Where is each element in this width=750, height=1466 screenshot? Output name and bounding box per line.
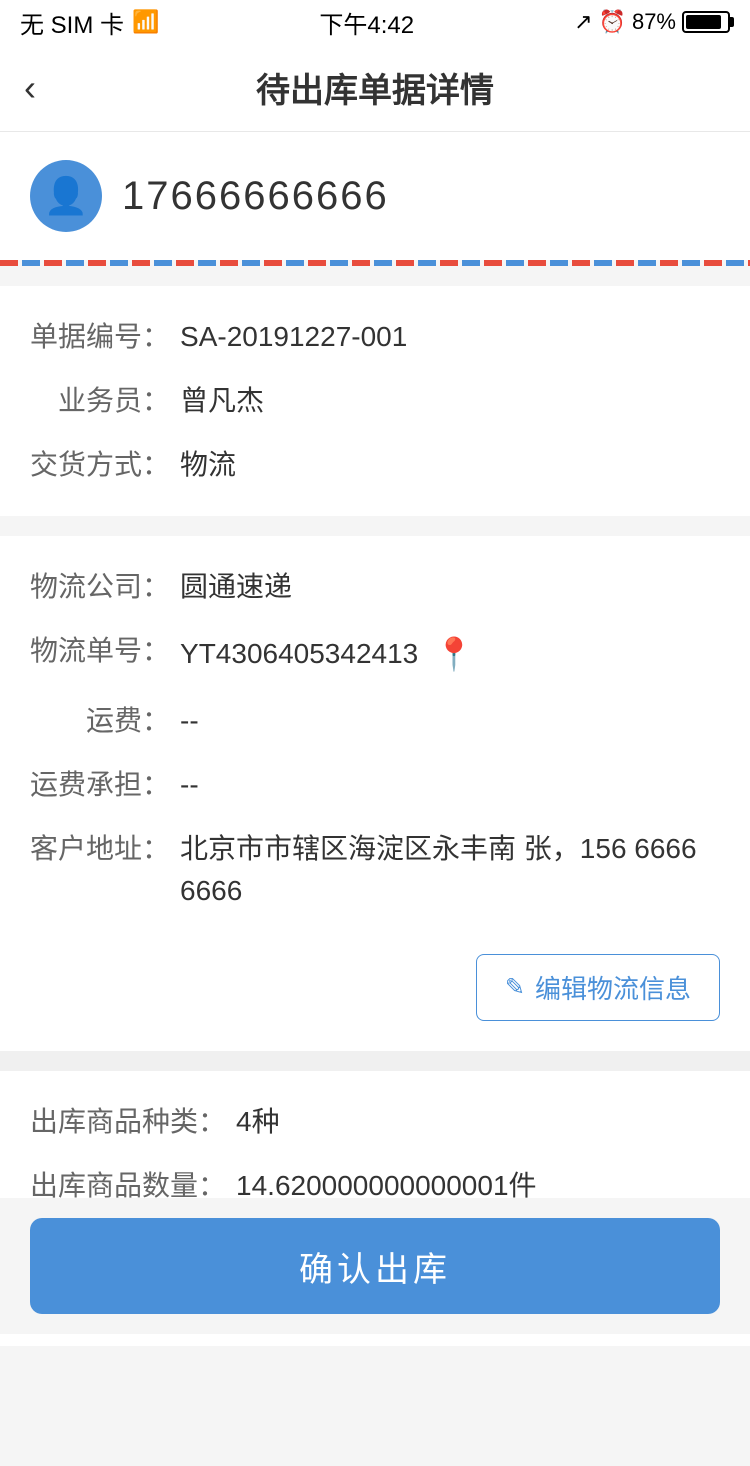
salesman-label: 业务员： xyxy=(30,380,170,422)
freight-bear-label: 运费承担： xyxy=(30,764,170,806)
edit-icon: ✎ xyxy=(505,973,525,1002)
freight-bear-row: 运费承担： -- xyxy=(30,764,720,806)
battery-fill xyxy=(686,15,721,29)
freight-label: 运费： xyxy=(30,700,170,742)
customer-address-value: 北京市市辖区海淀区永丰南 张，156 6666 6666 xyxy=(170,828,720,912)
document-number-label: 单据编号： xyxy=(30,316,170,358)
logistics-company-label: 物流公司： xyxy=(30,566,170,608)
section-divider xyxy=(0,1051,750,1071)
tracking-number-value: YT4306405342413 xyxy=(180,633,418,675)
basic-info-section: 单据编号： SA-20191227-001 业务员： 曾凡杰 交货方式： 物流 xyxy=(0,286,750,516)
document-number-value: SA-20191227-001 xyxy=(170,316,720,358)
edit-logistics-label: 编辑物流信息 xyxy=(535,969,691,1006)
confirm-outbound-button[interactable]: 确认出库 xyxy=(30,1218,720,1314)
battery-percent: 87% xyxy=(632,9,676,35)
back-button[interactable]: ‹ xyxy=(24,67,36,109)
delivery-method-label: 交货方式： xyxy=(30,444,170,486)
edit-btn-row: ✎ 编辑物流信息 xyxy=(30,934,720,1021)
goods-type-value: 4种 xyxy=(226,1101,720,1143)
freight-bear-value: -- xyxy=(170,764,720,806)
wifi-icon: 📶 xyxy=(132,9,159,35)
freight-row: 运费： -- xyxy=(30,700,720,742)
user-phone: 17666666666 xyxy=(122,174,389,219)
status-bar: 无 SIM 卡 📶 下午4:42 ↗ ⏰ 87% xyxy=(0,0,750,44)
tracking-number-row: 物流单号： YT4306405342413 📍 xyxy=(30,630,720,678)
tracking-number-value-row: YT4306405342413 📍 xyxy=(170,630,720,678)
page-title: 待出库单据详情 xyxy=(256,63,494,112)
tracking-number-label: 物流单号： xyxy=(30,630,170,672)
edit-logistics-button[interactable]: ✎ 编辑物流信息 xyxy=(476,954,720,1021)
status-right: ↗ ⏰ 87% xyxy=(574,9,730,35)
nav-bar: ‹ 待出库单据详情 xyxy=(0,44,750,132)
salesman-row: 业务员： 曾凡杰 xyxy=(30,380,720,422)
delivery-method-value: 物流 xyxy=(170,444,720,486)
delivery-method-row: 交货方式： 物流 xyxy=(30,444,720,486)
alarm-icon: ⏰ xyxy=(599,9,626,35)
user-section: 👤 17666666666 xyxy=(0,132,750,260)
bottom-action-area: 确认出库 xyxy=(0,1198,750,1334)
customer-address-label: 客户地址： xyxy=(30,828,170,870)
logistics-company-value: 圆通速递 xyxy=(170,566,720,608)
map-location-icon[interactable]: 📍 xyxy=(434,630,474,678)
battery-indicator xyxy=(682,11,730,33)
avatar-icon: 👤 xyxy=(44,175,89,217)
freight-value: -- xyxy=(170,700,720,742)
time-display: 下午4:42 xyxy=(319,5,414,40)
carrier-label: 无 SIM 卡 xyxy=(20,5,124,40)
customer-address-row: 客户地址： 北京市市辖区海淀区永丰南 张，156 6666 6666 xyxy=(30,828,720,912)
logistics-company-row: 物流公司： 圆通速递 xyxy=(30,566,720,608)
goods-type-row: 出库商品种类： 4种 xyxy=(30,1101,720,1143)
location-status-icon: ↗ xyxy=(574,9,592,35)
goods-type-label: 出库商品种类： xyxy=(30,1101,226,1143)
salesman-value: 曾凡杰 xyxy=(170,380,720,422)
document-number-row: 单据编号： SA-20191227-001 xyxy=(30,316,720,358)
logistics-section: 物流公司： 圆通速递 物流单号： YT4306405342413 📍 运费： -… xyxy=(0,536,750,1051)
decorative-divider xyxy=(0,260,750,266)
avatar: 👤 xyxy=(30,160,102,232)
status-left: 无 SIM 卡 📶 xyxy=(20,5,159,40)
